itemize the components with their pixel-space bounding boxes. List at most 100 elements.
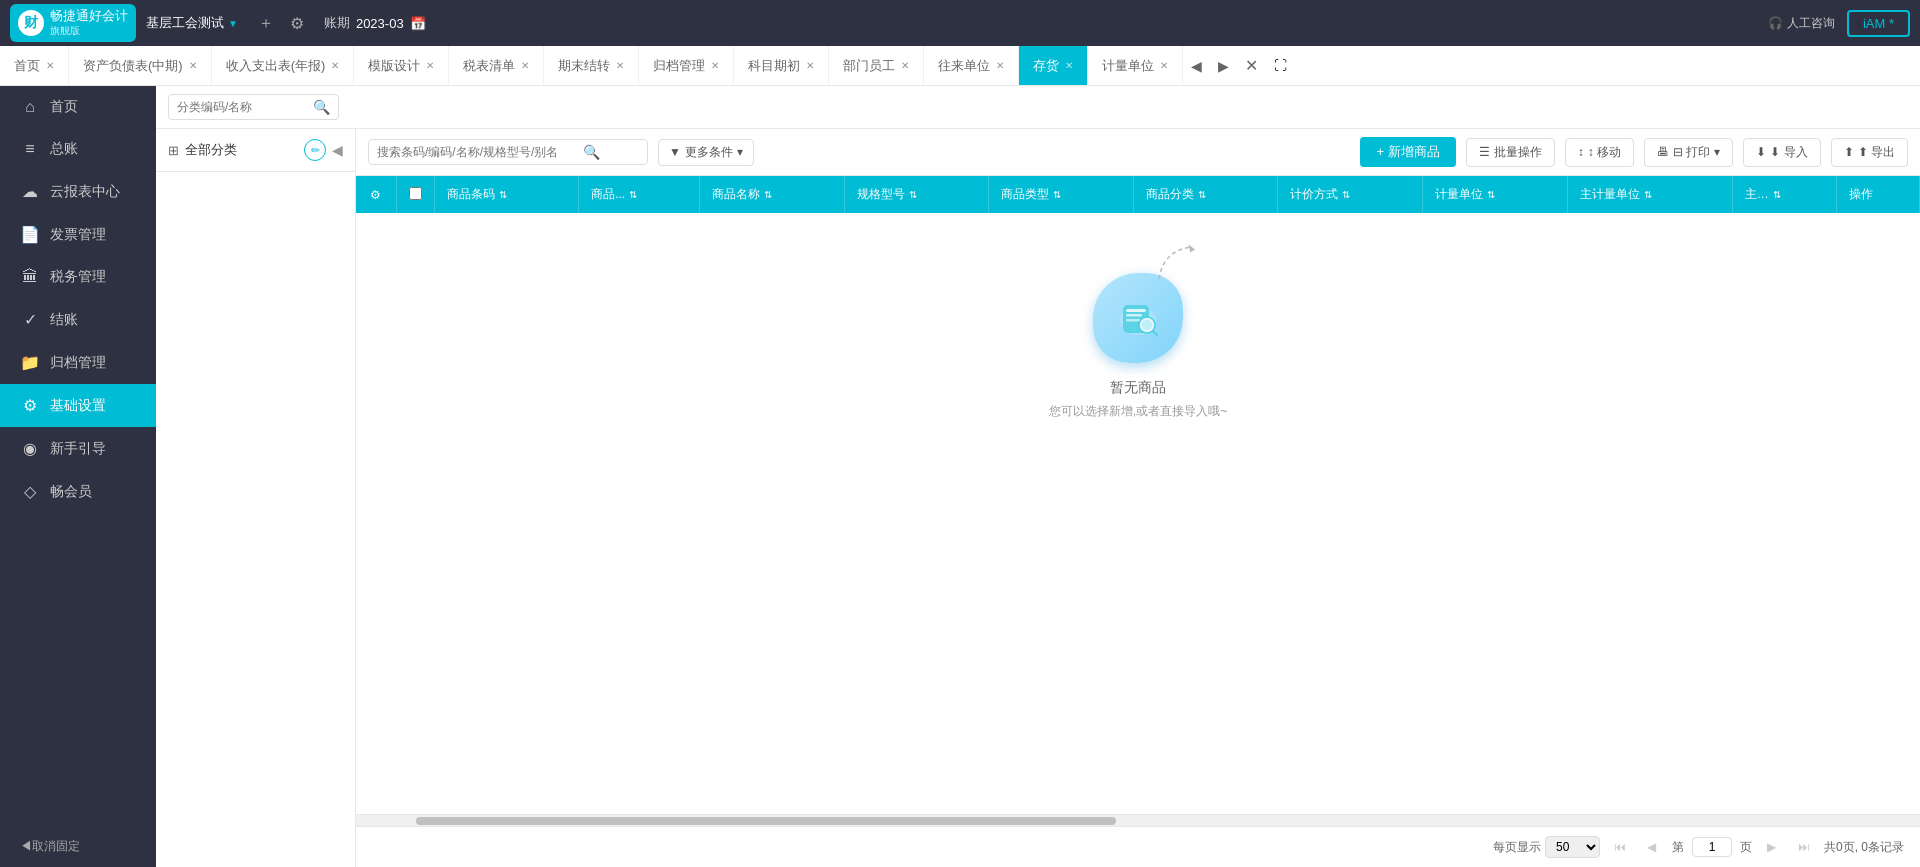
tab-subjects-close[interactable]: ✕ (806, 60, 814, 71)
tab-archive-close[interactable]: ✕ (711, 60, 719, 71)
last-page-button[interactable]: ⏭ (1792, 835, 1816, 859)
tab-tax-list-close[interactable]: ✕ (521, 60, 529, 71)
filter-icon: ▼ (669, 145, 681, 159)
sidebar-item-checkout[interactable]: ✓ 结账 (0, 298, 156, 341)
table-col-main-abbr[interactable]: 主… ⇅ (1732, 176, 1836, 213)
sidebar-item-archive[interactable]: 📁 归档管理 (0, 341, 156, 384)
tab-inventory-close[interactable]: ✕ (1065, 60, 1073, 71)
more-filter-button[interactable]: ▼ 更多条件 ▾ (658, 139, 754, 166)
project-selector[interactable]: 基层工会测试 ▼ (146, 14, 238, 32)
export-button[interactable]: ⬆ ⬆ 导出 (1831, 138, 1908, 167)
name-sort-icon[interactable]: ⇅ (764, 189, 772, 200)
tab-balance-sheet-close[interactable]: ✕ (189, 60, 197, 71)
tab-contacts-close[interactable]: ✕ (996, 60, 1004, 71)
tab-income-statement-close[interactable]: ✕ (331, 60, 339, 71)
sidebar-item-guide[interactable]: ◉ 新手引导 (0, 427, 156, 470)
unit-sort-icon[interactable]: ⇅ (1487, 189, 1495, 200)
first-page-button[interactable]: ⏮ (1608, 835, 1632, 859)
tab-period-transfer-close[interactable]: ✕ (616, 60, 624, 71)
calendar-icon[interactable]: 📅 (410, 16, 426, 31)
settings-icon[interactable]: ⚙ (290, 14, 304, 33)
main-abbr-sort-icon[interactable]: ⇅ (1773, 189, 1781, 200)
category-search-box[interactable]: 🔍 (168, 94, 339, 120)
sidebar-item-home[interactable]: ⌂ 首页 (0, 86, 156, 128)
move-button[interactable]: ↕ ↕ 移动 (1565, 138, 1634, 167)
content-area: 🔍 ⊞ 全部分类 ✏ ◀ (156, 86, 1920, 867)
tab-unit-close[interactable]: ✕ (1160, 60, 1168, 71)
tab-income-statement[interactable]: 收入支出表(年报) ✕ (212, 46, 355, 86)
tab-contacts[interactable]: 往来单位 ✕ (924, 46, 1019, 86)
tab-home-close[interactable]: ✕ (46, 60, 54, 71)
tab-subjects[interactable]: 科目期初 ✕ (734, 46, 829, 86)
add-product-button[interactable]: + 新增商品 (1360, 137, 1455, 167)
table-scrollbar[interactable] (356, 814, 1920, 826)
select-all-checkbox[interactable] (409, 187, 422, 200)
tab-home[interactable]: 首页 ✕ (0, 46, 69, 86)
maximize-button[interactable]: ⛶ (1266, 46, 1295, 86)
page-number-input[interactable] (1692, 837, 1732, 857)
tab-balance-sheet[interactable]: 资产负债表(中期) ✕ (69, 46, 212, 86)
next-page-button[interactable]: ▶ (1760, 835, 1784, 859)
sidebar-item-cloud-reports-label: 云报表中心 (50, 183, 120, 201)
table-col-code[interactable]: 商品... ⇅ (579, 176, 700, 213)
tab-unit[interactable]: 计量单位 ✕ (1088, 46, 1183, 86)
pagination-bar: 每页显示 50 100 200 ⏮ ◀ 第 页 ▶ ⏭ 共0页, 0条记录 (356, 826, 1920, 867)
tab-tax-list-label: 税表清单 (463, 57, 515, 75)
main-unit-sort-icon[interactable]: ⇅ (1644, 189, 1652, 200)
consultation-button[interactable]: 🎧 人工咨询 (1768, 15, 1835, 32)
tab-department-close[interactable]: ✕ (901, 60, 909, 71)
prev-page-button[interactable]: ◀ (1640, 835, 1664, 859)
table-col-check[interactable] (396, 176, 434, 213)
table-col-name[interactable]: 商品名称 ⇅ (699, 176, 844, 213)
table-col-type[interactable]: 商品类型 ⇅ (989, 176, 1134, 213)
period-label: 账期 (324, 14, 350, 32)
table-col-unit[interactable]: 计量单位 ⇅ (1423, 176, 1568, 213)
category-search-icon[interactable]: 🔍 (313, 99, 330, 115)
category-search-input[interactable] (177, 100, 307, 114)
table-col-barcode[interactable]: 商品条码 ⇅ (434, 176, 579, 213)
account-button[interactable]: iAM * (1847, 10, 1910, 37)
table-col-category[interactable]: 商品分类 ⇅ (1133, 176, 1278, 213)
tab-archive[interactable]: 归档管理 ✕ (639, 46, 734, 86)
code-sort-icon[interactable]: ⇅ (629, 189, 637, 200)
import-button[interactable]: ⬇ ⬇ 导入 (1743, 138, 1820, 167)
table-col-gear[interactable]: ⚙ (356, 176, 396, 213)
unpin-sidebar-button[interactable]: ◀取消固定 (0, 826, 156, 867)
table-col-spec[interactable]: 规格型号 ⇅ (844, 176, 989, 213)
product-search-icon[interactable]: 🔍 (583, 144, 600, 160)
print-button[interactable]: 🖶 ⊟ 打印 ▾ (1644, 138, 1733, 167)
sidebar-item-tax[interactable]: 🏛 税务管理 (0, 256, 156, 298)
collapse-panel-button[interactable]: ◀ (332, 142, 343, 158)
tab-department[interactable]: 部门员工 ✕ (829, 46, 924, 86)
tab-inventory[interactable]: 存货 ✕ (1019, 46, 1088, 86)
page-size-dropdown[interactable]: 50 100 200 (1545, 836, 1600, 858)
tab-tax-list[interactable]: 税表清单 ✕ (449, 46, 544, 86)
add-tab-button[interactable]: ＋ (258, 13, 274, 34)
tab-prev-button[interactable]: ◀ (1183, 46, 1210, 86)
category-sort-icon[interactable]: ⇅ (1198, 189, 1206, 200)
scroll-thumb[interactable] (416, 817, 1116, 825)
edit-icon: ✏ (311, 144, 320, 157)
empty-scroll-icon (1093, 273, 1183, 363)
edit-category-button[interactable]: ✏ (304, 139, 326, 161)
close-all-tabs-button[interactable]: ✕ (1237, 46, 1266, 86)
print-icon: 🖶 (1657, 145, 1669, 159)
batch-operation-button[interactable]: ☰ 批量操作 (1466, 138, 1555, 167)
table-col-price-method[interactable]: 计价方式 ⇅ (1278, 176, 1423, 213)
barcode-sort-icon[interactable]: ⇅ (499, 189, 507, 200)
tab-template[interactable]: 模版设计 ✕ (354, 46, 449, 86)
tab-period-transfer[interactable]: 期末结转 ✕ (544, 46, 639, 86)
tab-next-button[interactable]: ▶ (1210, 46, 1237, 86)
table-col-main-unit[interactable]: 主计量单位 ⇅ (1567, 176, 1732, 213)
sidebar-item-cloud-reports[interactable]: ☁ 云报表中心 (0, 170, 156, 213)
product-search-box[interactable]: 🔍 (368, 139, 648, 165)
type-sort-icon[interactable]: ⇅ (1053, 189, 1061, 200)
tab-template-close[interactable]: ✕ (426, 60, 434, 71)
sidebar-item-basic-settings[interactable]: ⚙ 基础设置 (0, 384, 156, 427)
sidebar-item-ledger[interactable]: ≡ 总账 (0, 128, 156, 170)
product-search-input[interactable] (377, 145, 577, 159)
spec-sort-icon[interactable]: ⇅ (909, 189, 917, 200)
sidebar-item-invoices[interactable]: 📄 发票管理 (0, 213, 156, 256)
sidebar-item-member[interactable]: ◇ 畅会员 (0, 470, 156, 513)
price-method-sort-icon[interactable]: ⇅ (1342, 189, 1350, 200)
